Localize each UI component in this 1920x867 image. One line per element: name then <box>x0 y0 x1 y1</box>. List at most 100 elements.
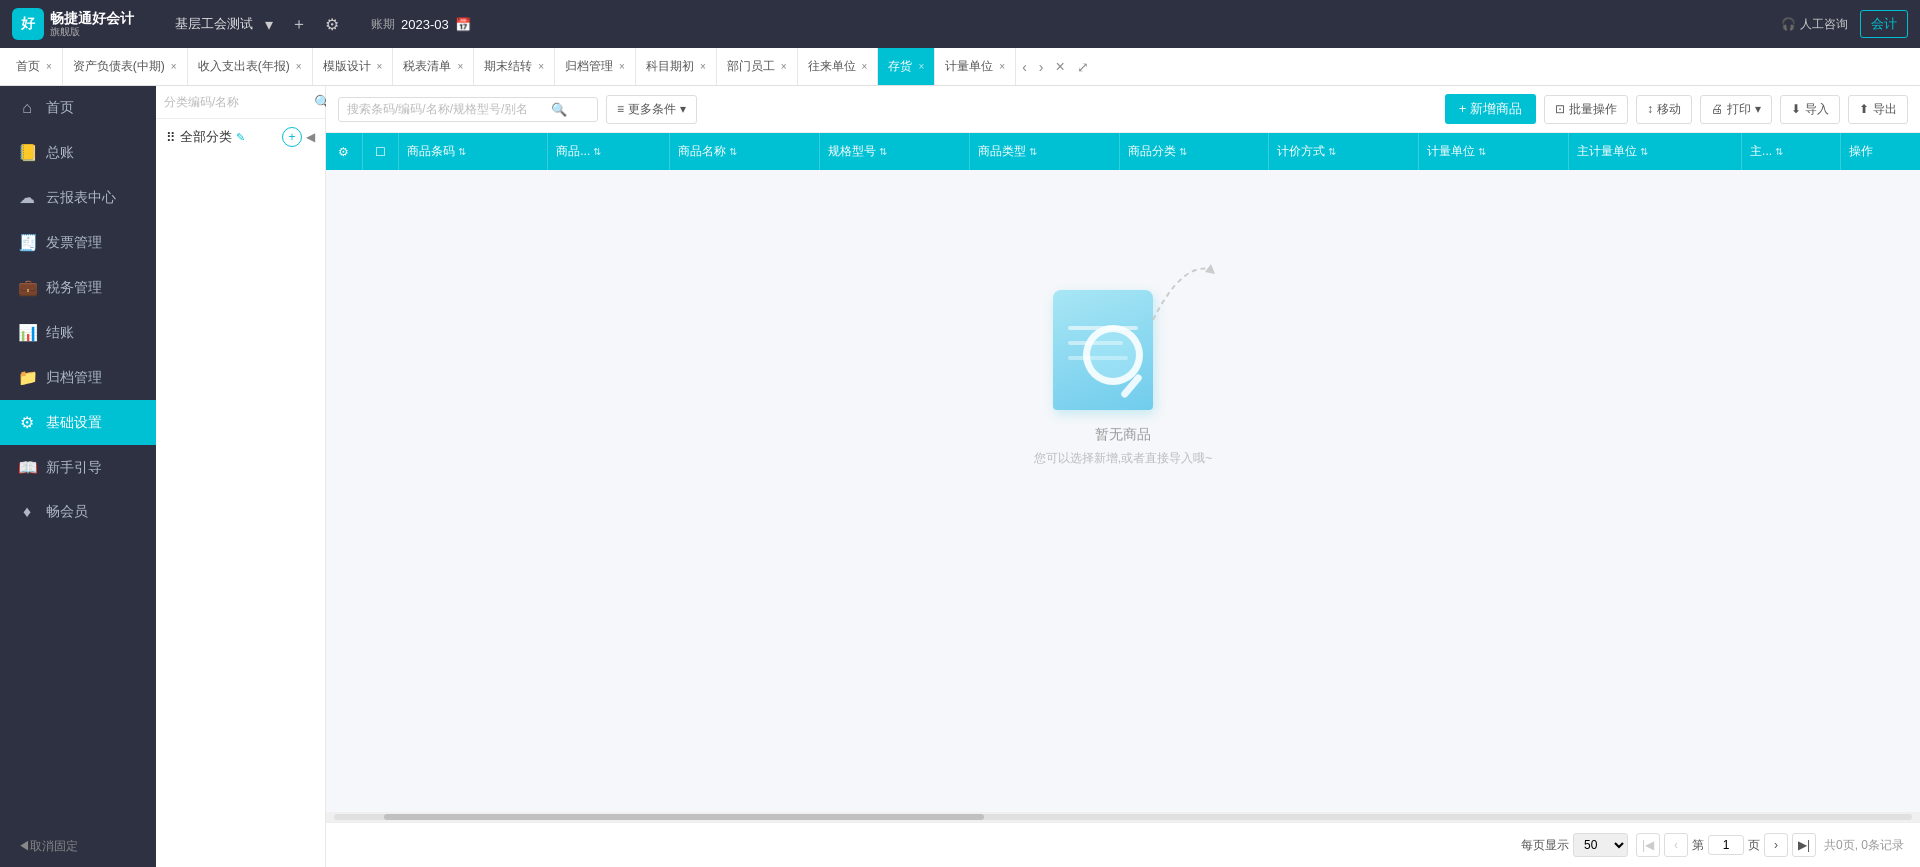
tab-inventory[interactable]: 存货 × <box>878 48 935 85</box>
right-panel: 🔍 ≡ 更多条件 ▾ + 新增商品 ⊡ 批量操作 <box>326 86 1920 867</box>
tab-subject[interactable]: 科目期初 × <box>636 48 717 85</box>
tab-template-close[interactable]: × <box>377 61 383 72</box>
category-search-input[interactable] <box>164 95 314 109</box>
calendar-icon[interactable]: 📅 <box>455 17 471 32</box>
settings-icon: ⚙ <box>18 413 36 432</box>
export-icon: ⬆ <box>1859 102 1869 116</box>
filter-btn[interactable]: ≡ 更多条件 ▾ <box>606 95 697 124</box>
th-price-method[interactable]: 计价方式⇅ <box>1269 133 1419 170</box>
help-btn[interactable]: 🎧 人工咨询 <box>1781 16 1848 33</box>
tab-balance[interactable]: 资产负债表(中期) × <box>63 48 188 85</box>
filter-label: 更多条件 <box>628 101 676 118</box>
sidebar-item-archive[interactable]: 📁 归档管理 <box>0 355 156 400</box>
tab-tax[interactable]: 税表清单 × <box>393 48 474 85</box>
sidebar-item-ledger[interactable]: 📒 总账 <box>0 130 156 175</box>
tab-prev-btn[interactable]: ‹ <box>1016 55 1033 79</box>
scrollbar-container <box>326 812 1920 822</box>
import-btn[interactable]: ⬇ 导入 <box>1780 95 1840 124</box>
add-product-btn[interactable]: + 新增商品 <box>1445 94 1536 124</box>
sidebar-item-settings[interactable]: ⚙ 基础设置 <box>0 400 156 445</box>
sidebar-item-invoice[interactable]: 🧾 发票管理 <box>0 220 156 265</box>
sidebar-settings-label: 基础设置 <box>46 414 102 432</box>
sidebar-item-settle[interactable]: 📊 结账 <box>0 310 156 355</box>
reports-icon: ☁ <box>18 188 36 207</box>
batch-label: 批量操作 <box>1569 101 1617 118</box>
tab-unit-close[interactable]: × <box>999 61 1005 72</box>
page-last-btn[interactable]: ▶| <box>1792 833 1816 857</box>
tab-income[interactable]: 收入支出表(年报) × <box>188 48 313 85</box>
tab-period[interactable]: 期末结转 × <box>474 48 555 85</box>
page-first-btn[interactable]: |◀ <box>1636 833 1660 857</box>
toolbar-right: + 新增商品 ⊡ 批量操作 ↕ 移动 🖨 打印 ▾ <box>1445 94 1908 124</box>
tab-archive[interactable]: 归档管理 × <box>555 48 636 85</box>
tab-next-btn[interactable]: › <box>1033 55 1050 79</box>
tab-home[interactable]: 首页 × <box>6 48 63 85</box>
scrollbar-track[interactable] <box>334 814 1912 820</box>
tab-archive-close[interactable]: × <box>619 61 625 72</box>
sidebar-item-reports[interactable]: ☁ 云报表中心 <box>0 175 156 220</box>
unpin-btn[interactable]: ◀取消固定 <box>18 838 138 855</box>
top-bar-middle: 基层工会测试 ▾ ＋ ⚙ 账期 2023-03 📅 <box>175 12 1773 37</box>
tab-expand-btn[interactable]: ⤢ <box>1071 55 1095 79</box>
sidebar-item-member[interactable]: ♦ 畅会员 <box>0 490 156 534</box>
th-category[interactable]: 商品分类⇅ <box>1119 133 1269 170</box>
tab-dept[interactable]: 部门员工 × <box>717 48 798 85</box>
tab-subject-close[interactable]: × <box>700 61 706 72</box>
left-panel: 🔍 ⠿ 全部分类 ✎ + ◀ <box>156 86 326 867</box>
th-main-unit[interactable]: 主计量单位⇅ <box>1568 133 1741 170</box>
print-chevron-icon: ▾ <box>1755 102 1761 116</box>
period-label: 账期 <box>371 16 395 33</box>
invoice-icon: 🧾 <box>18 233 36 252</box>
th-action: 操作 <box>1840 133 1920 170</box>
empty-title: 暂无商品 <box>1095 426 1151 444</box>
add-category-btn[interactable]: + <box>282 127 302 147</box>
th-type[interactable]: 商品类型⇅ <box>969 133 1119 170</box>
workspace-dropdown-btn[interactable]: ▾ <box>259 13 279 36</box>
page-size-select[interactable]: 50 20 100 <box>1573 833 1628 857</box>
sidebar-item-tax[interactable]: 💼 税务管理 <box>0 265 156 310</box>
sidebar-item-guide[interactable]: 📖 新手引导 <box>0 445 156 490</box>
export-btn[interactable]: ⬆ 导出 <box>1848 95 1908 124</box>
pagination-bar: 每页显示 50 20 100 |◀ ‹ 第 1 页 › <box>326 822 1920 867</box>
th-unit[interactable]: 计量单位⇅ <box>1418 133 1568 170</box>
filter-icon: ≡ <box>617 102 624 116</box>
tab-period-close[interactable]: × <box>538 61 544 72</box>
page-number-input[interactable]: 1 <box>1708 835 1744 855</box>
th-code[interactable]: 商品...⇅ <box>548 133 670 170</box>
add-tab-btn[interactable]: ＋ <box>285 12 313 37</box>
tab-dept-close[interactable]: × <box>781 61 787 72</box>
tab-contacts[interactable]: 往来单位 × <box>798 48 879 85</box>
settings-btn[interactable]: ⚙ <box>319 13 345 36</box>
th-settings[interactable]: ⚙ <box>326 133 362 170</box>
tab-close-all-btn[interactable]: × <box>1049 54 1070 80</box>
th-name[interactable]: 商品名称⇅ <box>670 133 820 170</box>
tab-template[interactable]: 模版设计 × <box>313 48 394 85</box>
tab-income-close[interactable]: × <box>296 61 302 72</box>
th-checkbox[interactable]: ☐ <box>362 133 398 170</box>
tab-tax-close[interactable]: × <box>457 61 463 72</box>
th-main-abbr[interactable]: 主...⇅ <box>1742 133 1841 170</box>
tab-balance-close[interactable]: × <box>171 61 177 72</box>
batch-op-btn[interactable]: ⊡ 批量操作 <box>1544 95 1628 124</box>
account-btn[interactable]: 会计 <box>1860 10 1908 38</box>
workspace-name: 基层工会测试 <box>175 15 253 33</box>
guide-icon: 📖 <box>18 458 36 477</box>
tab-contacts-close[interactable]: × <box>862 61 868 72</box>
batch-icon: ⊡ <box>1555 102 1565 116</box>
sidebar-item-home[interactable]: ⌂ 首页 <box>0 86 156 130</box>
print-btn[interactable]: 🖨 打印 ▾ <box>1700 95 1772 124</box>
tab-inventory-close[interactable]: × <box>918 61 924 72</box>
th-spec[interactable]: 规格型号⇅ <box>820 133 970 170</box>
search-input[interactable] <box>347 102 547 116</box>
tab-unit[interactable]: 计量单位 × <box>935 48 1016 85</box>
move-btn[interactable]: ↕ 移动 <box>1636 95 1692 124</box>
scrollbar-thumb[interactable] <box>384 814 984 820</box>
collapse-panel-btn[interactable]: ◀ <box>306 127 315 147</box>
table-header-row: ⚙ ☐ 商品条码⇅ 商品...⇅ 商品名称⇅ <box>326 133 1920 170</box>
th-barcode[interactable]: 商品条码⇅ <box>398 133 548 170</box>
tab-home-close[interactable]: × <box>46 61 52 72</box>
page-size-label: 每页显示 <box>1521 837 1569 854</box>
page-next-btn[interactable]: › <box>1764 833 1788 857</box>
page-prev-btn[interactable]: ‹ <box>1664 833 1688 857</box>
all-category-label[interactable]: ⠿ 全部分类 ✎ <box>166 128 245 146</box>
